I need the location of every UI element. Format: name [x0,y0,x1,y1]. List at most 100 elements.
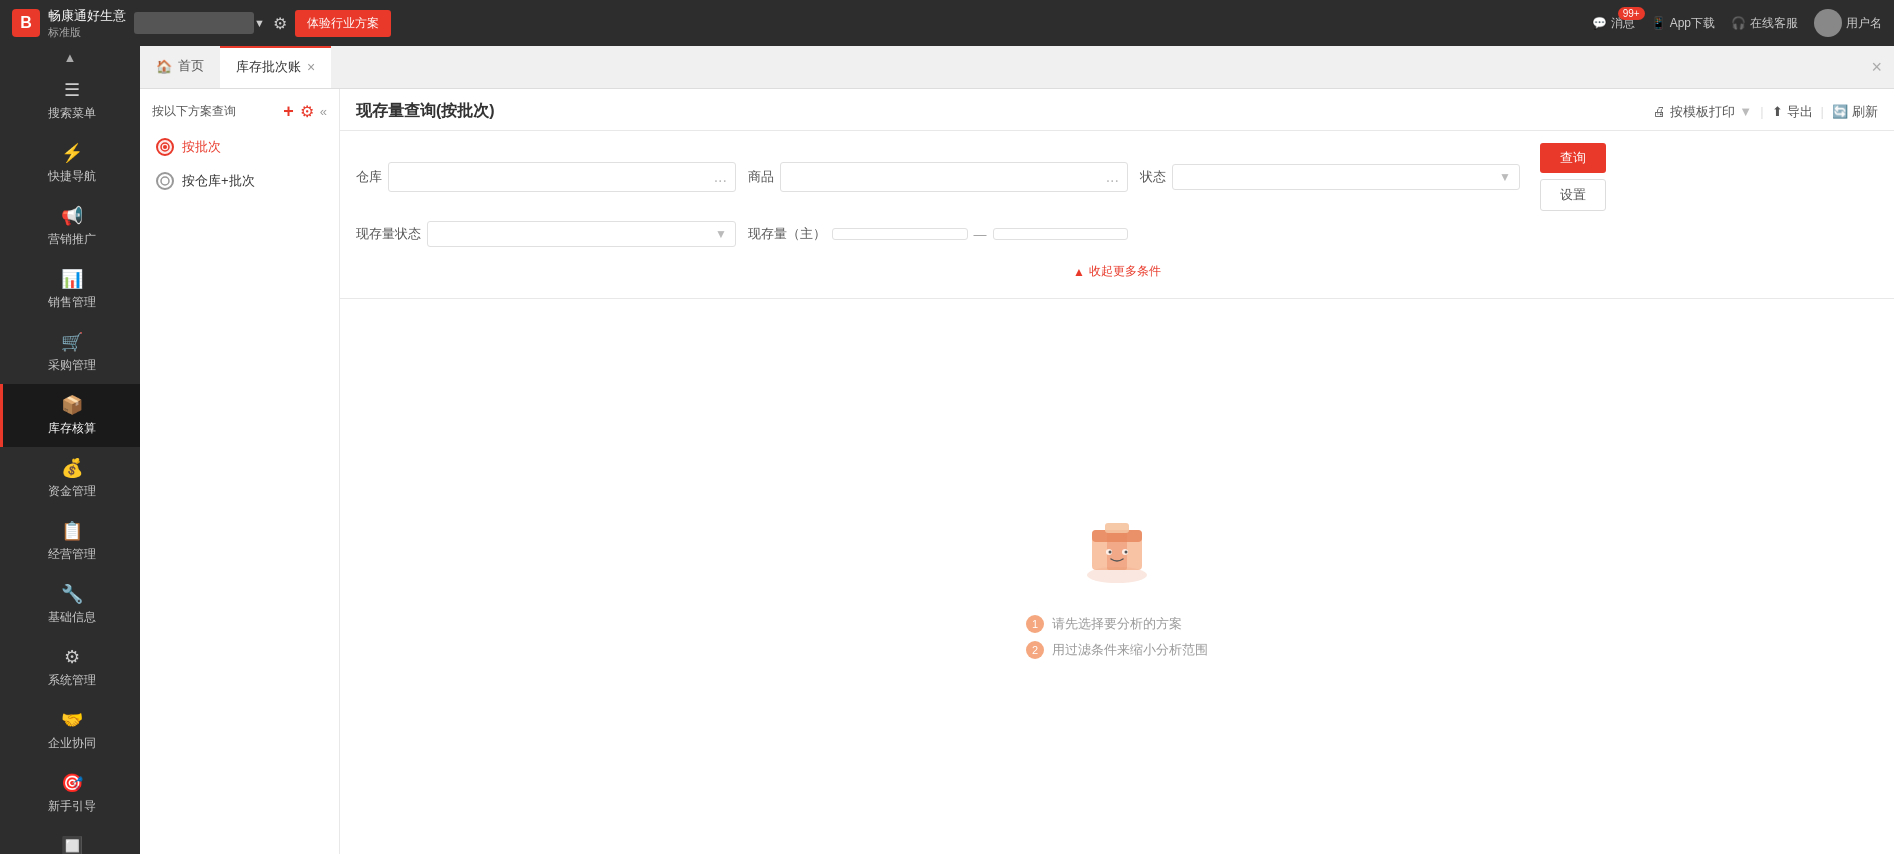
print-dropdown-icon[interactable]: ▼ [1739,104,1752,119]
warehouse-dots-icon[interactable]: ... [714,168,727,186]
filter-goods: 商品 ... [748,162,1128,192]
apps-icon: 🔲 [61,835,83,854]
separator2: | [1821,104,1824,119]
status-select[interactable]: ▼ [1172,164,1520,190]
topbar-dropdown-icon[interactable]: ▼ [254,17,265,29]
sidebar-item-enterprise[interactable]: 🤝 企业协同 [0,699,140,762]
sidebar-label-finance: 资金管理 [48,483,96,500]
sidebar-item-quick-nav[interactable]: ⚡ 快捷导航 [0,132,140,195]
system-icon: ⚙ [64,646,80,668]
export-label: 导出 [1787,103,1813,121]
svg-rect-7 [1105,523,1129,533]
add-scheme-icon[interactable]: + [283,101,294,122]
stock-qty-min[interactable] [832,228,968,240]
svg-point-2 [161,177,169,185]
settings-btn[interactable]: 设置 [1540,179,1606,211]
svg-point-11 [1125,550,1128,553]
sidebar-item-purchase[interactable]: 🛒 采购管理 [0,321,140,384]
app-download-btn[interactable]: 📱 App下载 [1651,15,1715,32]
experience-btn[interactable]: 体验行业方案 [295,10,391,37]
sidebar-label-newbie: 新手引导 [48,798,96,815]
svg-point-1 [163,145,167,149]
stock-status-select[interactable]: ▼ [427,221,736,247]
right-panel: 现存量查询(按批次) 🖨 按模板打印 ▼ | ⬆ 导出 | [340,89,1894,854]
topbar-brand-wrap: 畅康通好生意 标准版 [48,7,126,40]
sidebar-item-apps[interactable]: 🔲 应用中心 [0,825,140,854]
enterprise-icon: 🤝 [61,709,83,731]
goods-input[interactable]: ... [780,162,1128,192]
headset-icon: 🎧 [1731,16,1746,30]
separator1: | [1760,104,1763,119]
operations-icon: 📋 [61,520,83,542]
tab-close-icon[interactable]: × [307,59,315,75]
page-title: 现存量查询(按批次) [356,101,495,122]
left-panel-header-icons: + ⚙ « [283,101,327,122]
filter-collapse-btn[interactable]: ▲ 收起更多条件 [356,257,1878,286]
sidebar-label-operations: 经营管理 [48,546,96,563]
stock-status-label: 现存量状态 [356,225,421,243]
warehouse-input[interactable]: ... [388,162,736,192]
online-service-btn[interactable]: 🎧 在线客服 [1731,15,1798,32]
scheme-by-batch-label: 按批次 [182,138,221,156]
user-avatar[interactable]: 用户名 [1814,9,1882,37]
app-download-label: App下载 [1670,15,1715,32]
topbar-right: 💬 消息 99+ 📱 App下载 🎧 在线客服 用户名 [1592,9,1882,37]
messages-btn[interactable]: 💬 消息 99+ [1592,15,1635,32]
topbar-version: 标准版 [48,25,126,40]
home-icon: 🏠 [156,59,172,74]
query-btn[interactable]: 查询 [1540,143,1606,173]
sidebar-label-system: 系统管理 [48,672,96,689]
topbar-search-input[interactable] [134,12,254,34]
scheme-by-warehouse-batch-label: 按仓库+批次 [182,172,255,190]
empty-state: 1 请先选择要分析的方案 2 用过滤条件来缩小分析范围 [340,299,1894,854]
sidebar-item-basics[interactable]: 🔧 基础信息 [0,573,140,636]
sidebar-item-operations[interactable]: 📋 经营管理 [0,510,140,573]
print-template-btn[interactable]: 🖨 按模板打印 ▼ [1653,103,1752,121]
sidebar-label-search-menu: 搜索菜单 [48,105,96,122]
topbar-left: B 畅康通好生意 标准版 ▼ ⚙ 体验行业方案 [12,7,391,40]
sidebar-item-newbie[interactable]: 🎯 新手引导 [0,762,140,825]
settings-scheme-icon[interactable]: ⚙ [300,102,314,121]
username: 用户名 [1846,15,1882,32]
sidebar-item-finance[interactable]: 💰 资金管理 [0,447,140,510]
warehouse-label: 仓库 [356,168,382,186]
scheme-by-warehouse-batch[interactable]: 按仓库+批次 [140,164,339,198]
sidebar-scroll-up[interactable]: ▲ [0,46,140,69]
filter-stock-status: 现存量状态 ▼ [356,221,736,247]
search-menu-icon: ☰ [64,79,80,101]
empty-tip-1: 1 请先选择要分析的方案 [1026,615,1208,633]
sidebar-item-marketing[interactable]: 📢 营销推广 [0,195,140,258]
status-label: 状态 [1140,168,1166,186]
sidebar-item-sales[interactable]: 📊 销售管理 [0,258,140,321]
sidebar-item-search-menu[interactable]: ☰ 搜索菜单 [0,69,140,132]
sidebar: ▲ ☰ 搜索菜单 ⚡ 快捷导航 📢 营销推广 📊 销售管理 🛒 采购管理 📦 库… [0,46,140,854]
sidebar-label-marketing: 营销推广 [48,231,96,248]
scheme-by-batch[interactable]: 按批次 [140,130,339,164]
stock-qty-max[interactable] [993,228,1129,240]
tip-1-text: 请先选择要分析的方案 [1052,615,1182,633]
stock-status-arrow-icon: ▼ [715,227,727,241]
close-panel-icon[interactable]: × [1859,57,1894,78]
sidebar-item-system[interactable]: ⚙ 系统管理 [0,636,140,699]
phone-icon: 📱 [1651,16,1666,30]
sidebar-item-inventory[interactable]: 📦 库存核算 [0,384,140,447]
page-header-actions: 🖨 按模板打印 ▼ | ⬆ 导出 | 🔄 刷新 [1653,103,1878,121]
goods-dots-icon[interactable]: ... [1106,168,1119,186]
refresh-btn[interactable]: 🔄 刷新 [1832,103,1878,121]
export-btn[interactable]: ⬆ 导出 [1772,103,1813,121]
messages-badge: 99+ [1618,7,1645,20]
filter-row-2: 现存量状态 ▼ 现存量（主） — [356,221,1878,247]
refresh-label: 刷新 [1852,103,1878,121]
sidebar-label-sales: 销售管理 [48,294,96,311]
tab-home[interactable]: 🏠 首页 [140,47,220,87]
sidebar-label-quick-nav: 快捷导航 [48,168,96,185]
topbar-gear-icon[interactable]: ⚙ [273,14,287,33]
collapse-panel-icon[interactable]: « [320,104,327,119]
message-icon: 💬 [1592,16,1607,30]
finance-icon: 💰 [61,457,83,479]
svg-point-10 [1109,550,1112,553]
tab-inventory-batch[interactable]: 库存批次账 × [220,46,331,88]
tip-2-num: 2 [1026,641,1044,659]
scheme-by-warehouse-batch-icon [156,172,174,190]
tab-inventory-batch-label: 库存批次账 [236,58,301,76]
